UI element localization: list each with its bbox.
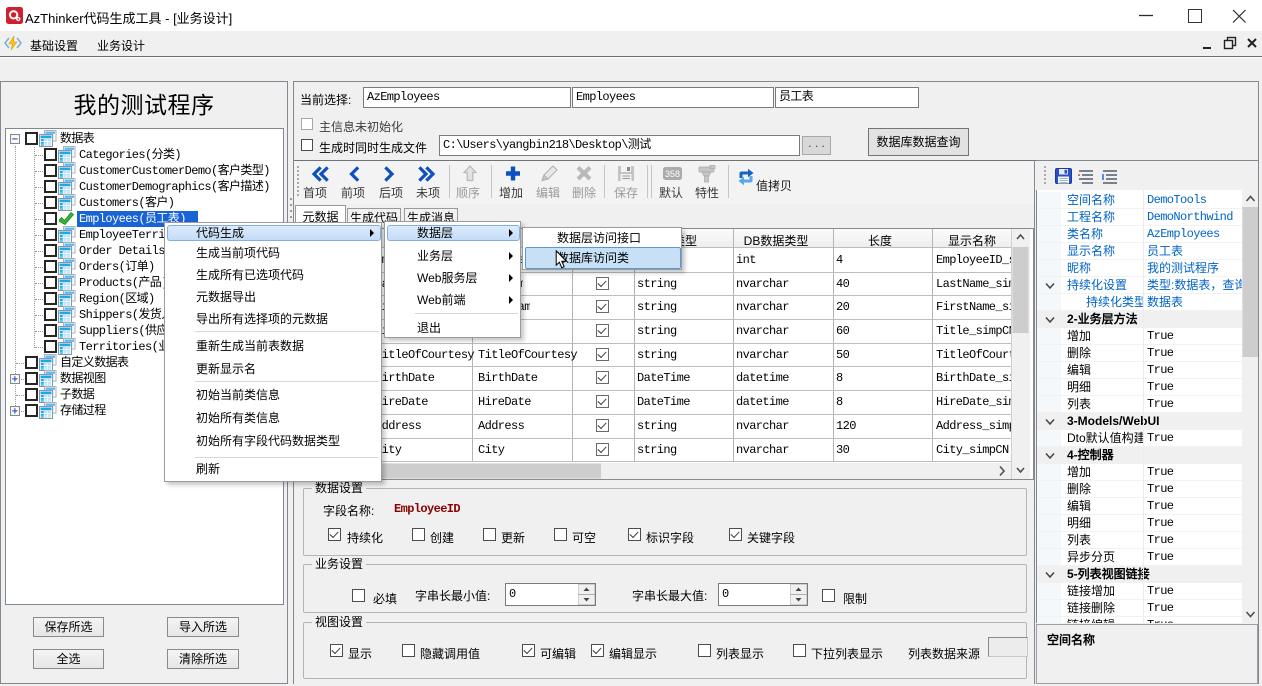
svg-text:358: 358 [665, 169, 680, 179]
